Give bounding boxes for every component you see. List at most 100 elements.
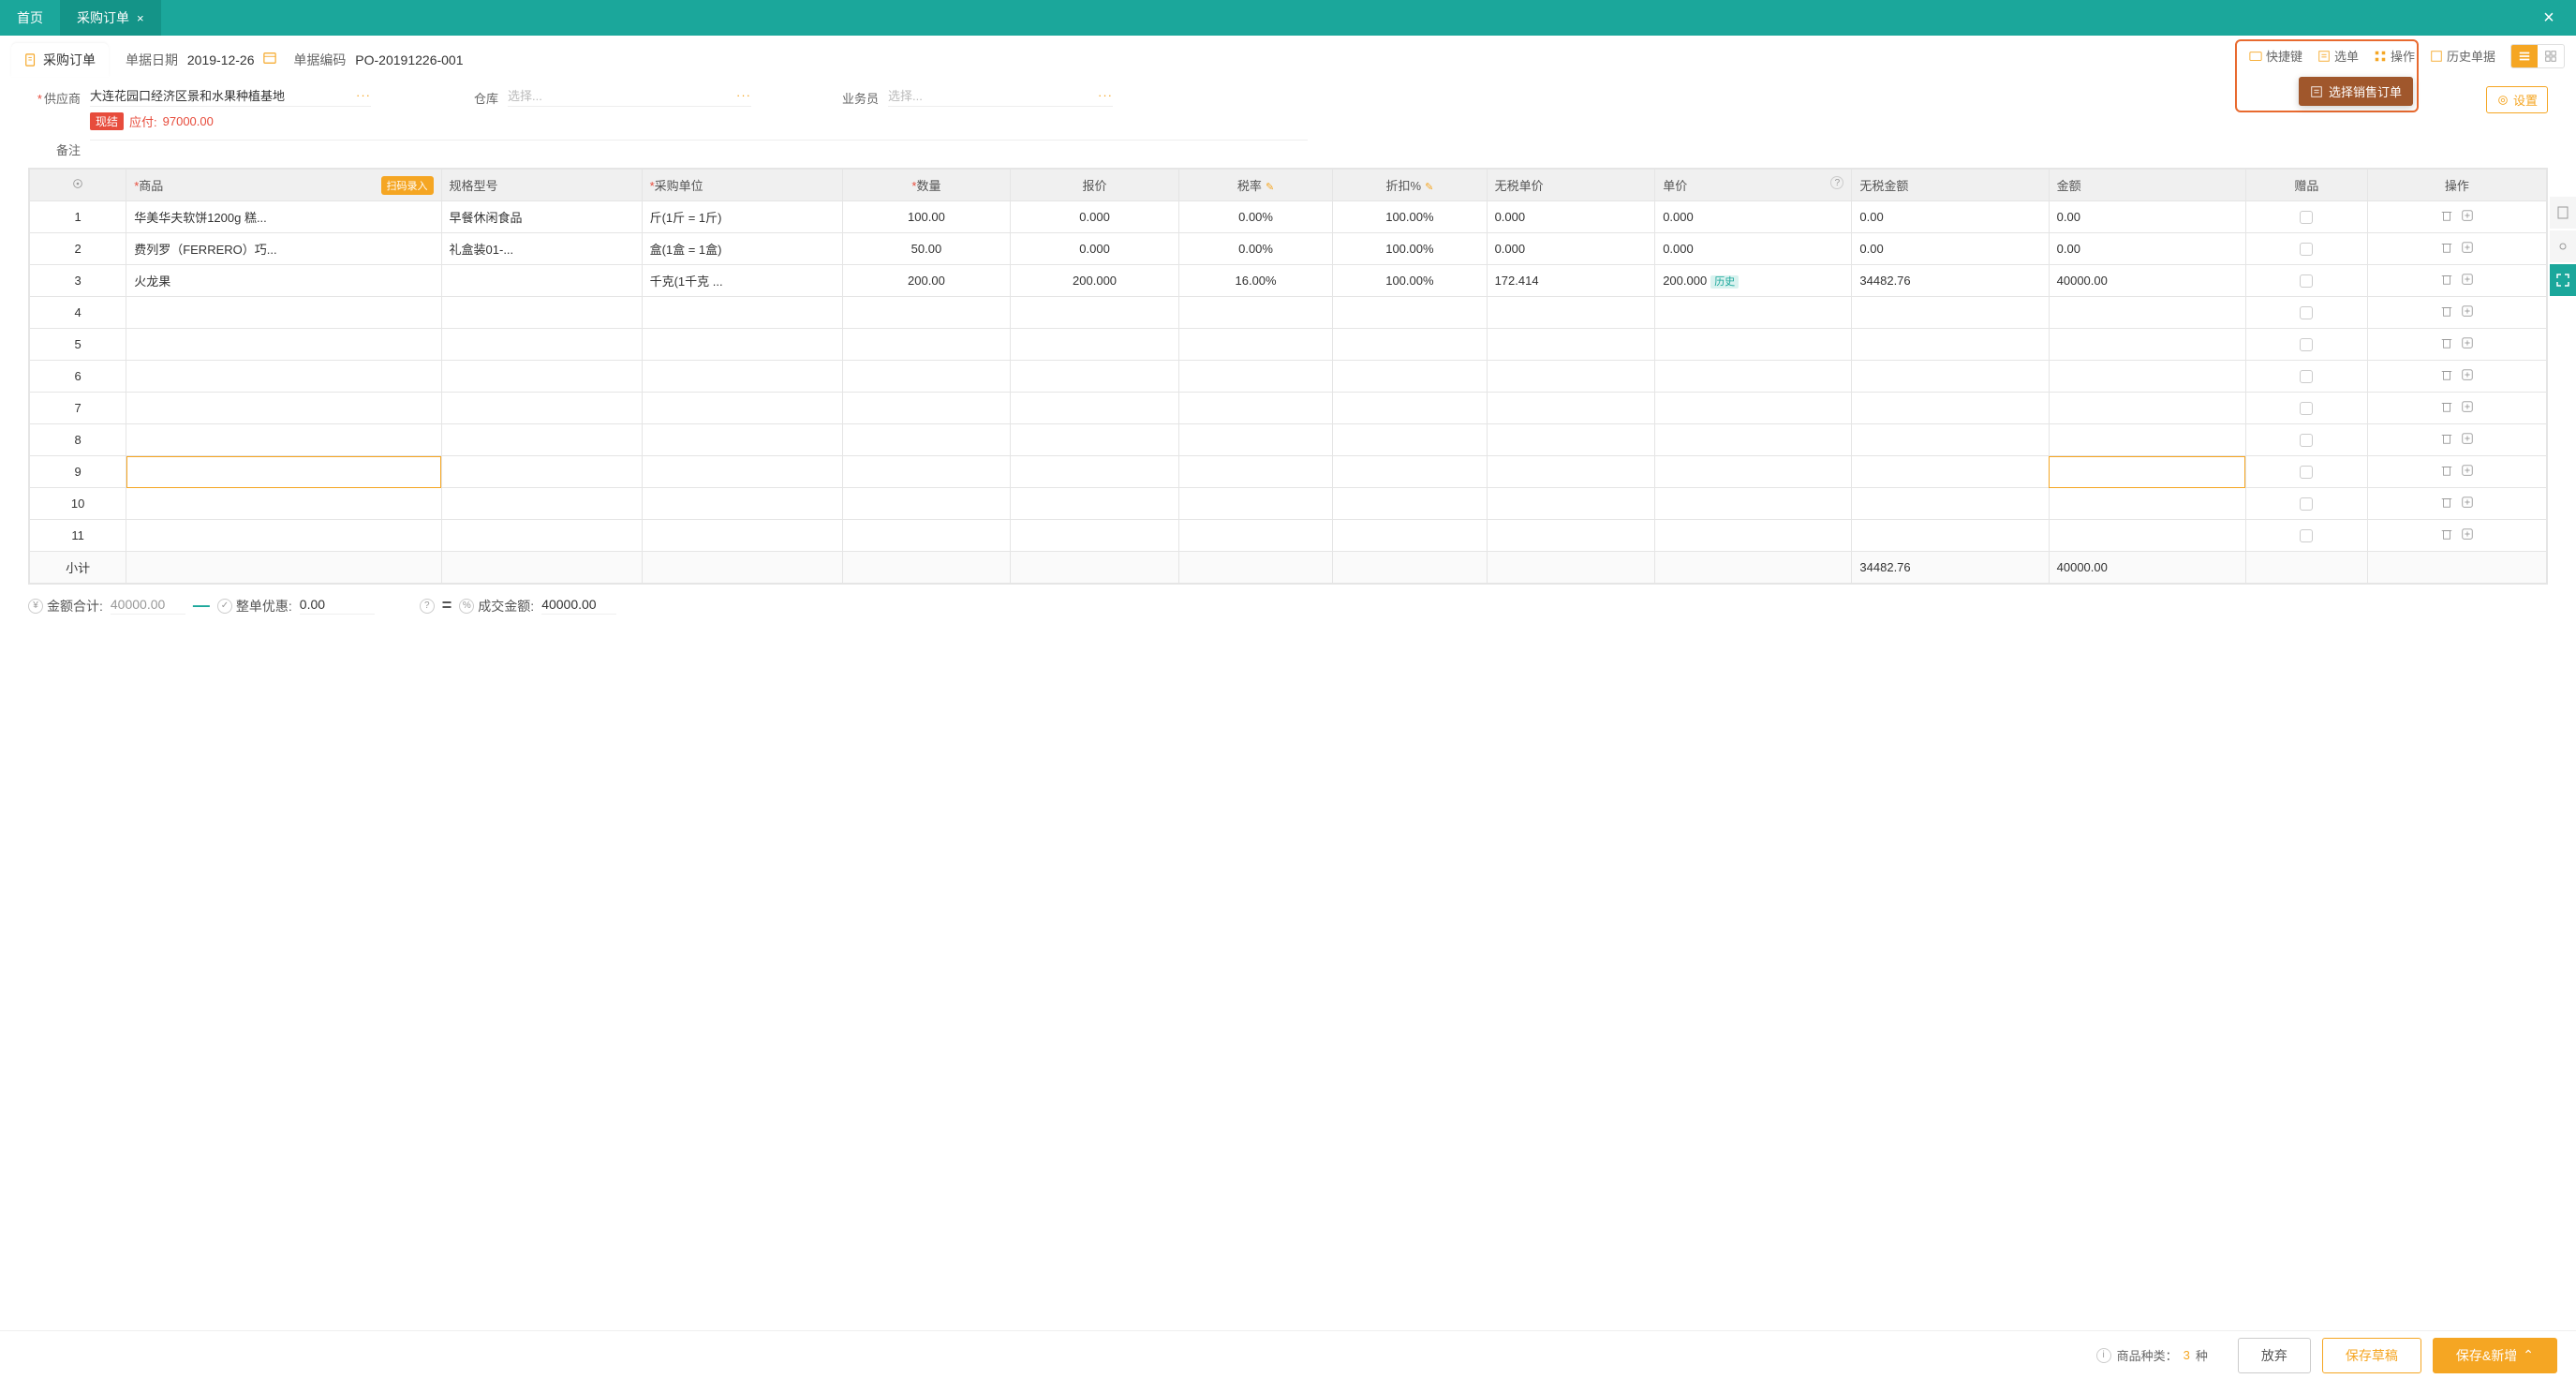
cell-notax-amount[interactable]: 0.00 — [1852, 201, 2049, 233]
add-row-icon[interactable] — [2461, 336, 2474, 349]
gift-checkbox[interactable] — [2300, 434, 2313, 447]
cell-amount[interactable] — [2049, 488, 2245, 520]
cell-quote[interactable]: 200.000 — [1011, 265, 1179, 297]
scan-input-button[interactable]: 扫码录入 — [381, 176, 434, 195]
cell-unit[interactable]: 盒(1盒 = 1盒) — [642, 233, 842, 265]
delete-row-icon[interactable] — [2440, 368, 2453, 381]
cell-amount[interactable]: 40000.00 — [2049, 265, 2245, 297]
view-card-icon[interactable] — [2538, 45, 2564, 67]
delete-row-icon[interactable] — [2440, 496, 2453, 509]
cell-qty[interactable]: 50.00 — [842, 233, 1011, 265]
cell-tax[interactable]: 0.00% — [1178, 201, 1332, 233]
cell-qty[interactable]: 100.00 — [842, 201, 1011, 233]
cell-gift[interactable] — [2245, 233, 2367, 265]
more-icon[interactable]: ··· — [1098, 88, 1113, 102]
cell-product[interactable] — [126, 520, 441, 552]
gift-checkbox[interactable] — [2300, 243, 2313, 256]
edit-icon[interactable]: ✎ — [1266, 182, 1274, 193]
gift-checkbox[interactable] — [2300, 338, 2313, 351]
add-row-icon[interactable] — [2461, 464, 2474, 477]
table-row[interactable]: 2 费列罗（FERRERO）巧... 礼盒装01-... 盒(1盒 = 1盒) … — [30, 233, 2547, 265]
history-button[interactable]: 历史单据 — [2424, 43, 2501, 68]
add-row-icon[interactable] — [2461, 432, 2474, 445]
operations-button[interactable]: 操作 — [2368, 43, 2421, 68]
cell-discount[interactable]: 100.00% — [1333, 201, 1487, 233]
rail-note-icon[interactable] — [2550, 197, 2576, 229]
close-icon[interactable]: × — [137, 11, 144, 25]
table-row[interactable]: 11 — [30, 520, 2547, 552]
cell-product[interactable] — [126, 297, 441, 329]
save-new-button[interactable]: 保存&新增 ⌃ — [2433, 1338, 2557, 1373]
cell-product[interactable] — [126, 393, 441, 424]
cell-price[interactable]: 0.000 — [1655, 201, 1852, 233]
cell-amount[interactable] — [2049, 424, 2245, 456]
add-row-icon[interactable] — [2461, 368, 2474, 381]
table-row[interactable]: 3 火龙果 千克(1千克 ... 200.00 200.000 16.00% 1… — [30, 265, 2547, 297]
add-row-icon[interactable] — [2461, 496, 2474, 509]
gift-checkbox[interactable] — [2300, 211, 2313, 224]
cell-product[interactable] — [126, 361, 441, 393]
delete-row-icon[interactable] — [2440, 432, 2453, 445]
cell-tax[interactable]: 0.00% — [1178, 233, 1332, 265]
help-icon[interactable]: ? — [1830, 176, 1843, 189]
cell-amount[interactable] — [2049, 393, 2245, 424]
cell-amount[interactable] — [2049, 361, 2245, 393]
remark-input[interactable] — [90, 138, 1308, 141]
gift-checkbox[interactable] — [2300, 306, 2313, 319]
cell-product[interactable]: 华美华夫软饼1200g 糕... — [126, 201, 441, 233]
cell-quote[interactable]: 0.000 — [1011, 201, 1179, 233]
cell-spec[interactable]: 礼盒装01-... — [441, 233, 642, 265]
cell-notax-amount[interactable]: 0.00 — [1852, 233, 2049, 265]
table-row[interactable]: 7 — [30, 393, 2547, 424]
cell-product[interactable] — [126, 329, 441, 361]
add-row-icon[interactable] — [2461, 241, 2474, 254]
view-list-icon[interactable] — [2511, 45, 2538, 67]
gift-checkbox[interactable] — [2300, 466, 2313, 479]
date-value[interactable]: 2019-12-26 — [187, 52, 255, 67]
delete-row-icon[interactable] — [2440, 273, 2453, 286]
table-row[interactable]: 6 — [30, 361, 2547, 393]
more-icon[interactable]: ··· — [356, 88, 371, 102]
cell-product[interactable] — [126, 424, 441, 456]
cell-spec[interactable]: 早餐休闲食品 — [441, 201, 642, 233]
table-row[interactable]: 1 华美华夫软饼1200g 糕... 早餐休闲食品 斤(1斤 = 1斤) 100… — [30, 201, 2547, 233]
add-row-icon[interactable] — [2461, 304, 2474, 318]
supplier-input[interactable]: 大连花园口经济区景和水果种植基地 ··· — [90, 86, 371, 107]
cell-product[interactable] — [126, 488, 441, 520]
add-row-icon[interactable] — [2461, 400, 2474, 413]
delete-row-icon[interactable] — [2440, 527, 2453, 541]
help-icon[interactable]: ? — [420, 599, 435, 614]
gift-checkbox[interactable] — [2300, 529, 2313, 542]
cell-tax[interactable]: 16.00% — [1178, 265, 1332, 297]
table-row[interactable]: 9 — [30, 456, 2547, 488]
settings-button[interactable]: 设置 — [2486, 86, 2548, 113]
cell-spec[interactable] — [441, 265, 642, 297]
add-row-icon[interactable] — [2461, 527, 2474, 541]
cell-quote[interactable]: 0.000 — [1011, 233, 1179, 265]
delete-row-icon[interactable] — [2440, 336, 2453, 349]
cell-discount[interactable]: 100.00% — [1333, 233, 1487, 265]
window-close-icon[interactable]: × — [2531, 0, 2567, 36]
cell-product[interactable]: 火龙果 — [126, 265, 441, 297]
delete-row-icon[interactable] — [2440, 304, 2453, 318]
cell-price[interactable]: 0.000 — [1655, 233, 1852, 265]
gift-checkbox[interactable] — [2300, 370, 2313, 383]
delete-row-icon[interactable] — [2440, 209, 2453, 222]
gift-checkbox[interactable] — [2300, 274, 2313, 288]
gift-checkbox[interactable] — [2300, 497, 2313, 511]
abandon-button[interactable]: 放弃 — [2238, 1338, 2311, 1373]
settings-column-icon[interactable] — [30, 170, 126, 201]
document-tab[interactable]: 采购订单 — [11, 43, 109, 77]
tab-purchase-order[interactable]: 采购订单 × — [60, 0, 161, 36]
table-row[interactable]: 4 — [30, 297, 2547, 329]
edit-icon[interactable]: ✎ — [1425, 182, 1433, 193]
cell-amount[interactable]: 0.00 — [2049, 201, 2245, 233]
cell-gift[interactable] — [2245, 201, 2367, 233]
gift-checkbox[interactable] — [2300, 402, 2313, 415]
cell-amount[interactable]: 0.00 — [2049, 233, 2245, 265]
order-discount-input[interactable]: 0.00 — [300, 597, 375, 615]
cell-amount[interactable] — [2049, 297, 2245, 329]
rail-expand-icon[interactable] — [2550, 264, 2576, 296]
warehouse-input[interactable]: 选择... ··· — [508, 86, 751, 107]
table-row[interactable]: 8 — [30, 424, 2547, 456]
